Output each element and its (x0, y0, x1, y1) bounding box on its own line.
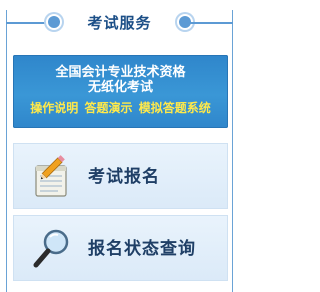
magnifier-icon (28, 224, 74, 274)
operation-guide-link[interactable]: 操作说明 (30, 101, 78, 115)
mock-answer-system-link[interactable]: 模拟答题系统 (139, 101, 211, 115)
exam-registration-label: 考试报名 (88, 167, 160, 187)
registration-status-query-label: 报名状态查询 (88, 239, 196, 259)
header-line-right (189, 22, 233, 24)
banner-title-line2: 无纸化考试 (87, 80, 153, 95)
banner-links: 操作说明 答题演示 模拟答题系统 (13, 100, 228, 116)
registration-status-query-item[interactable]: 报名状态查询 (13, 215, 228, 281)
notepad-pencil-icon (28, 152, 74, 202)
section-header: 考试服务 (6, 10, 233, 34)
banner-title-line1: 全国会计专业技术资格 (55, 65, 186, 80)
answer-demo-link[interactable]: 答题演示 (84, 101, 132, 115)
paperless-exam-banner[interactable]: 全国会计专业技术资格 无纸化考试 操作说明 答题演示 模拟答题系统 (13, 55, 228, 128)
exam-registration-item[interactable]: 考试报名 (13, 143, 228, 209)
